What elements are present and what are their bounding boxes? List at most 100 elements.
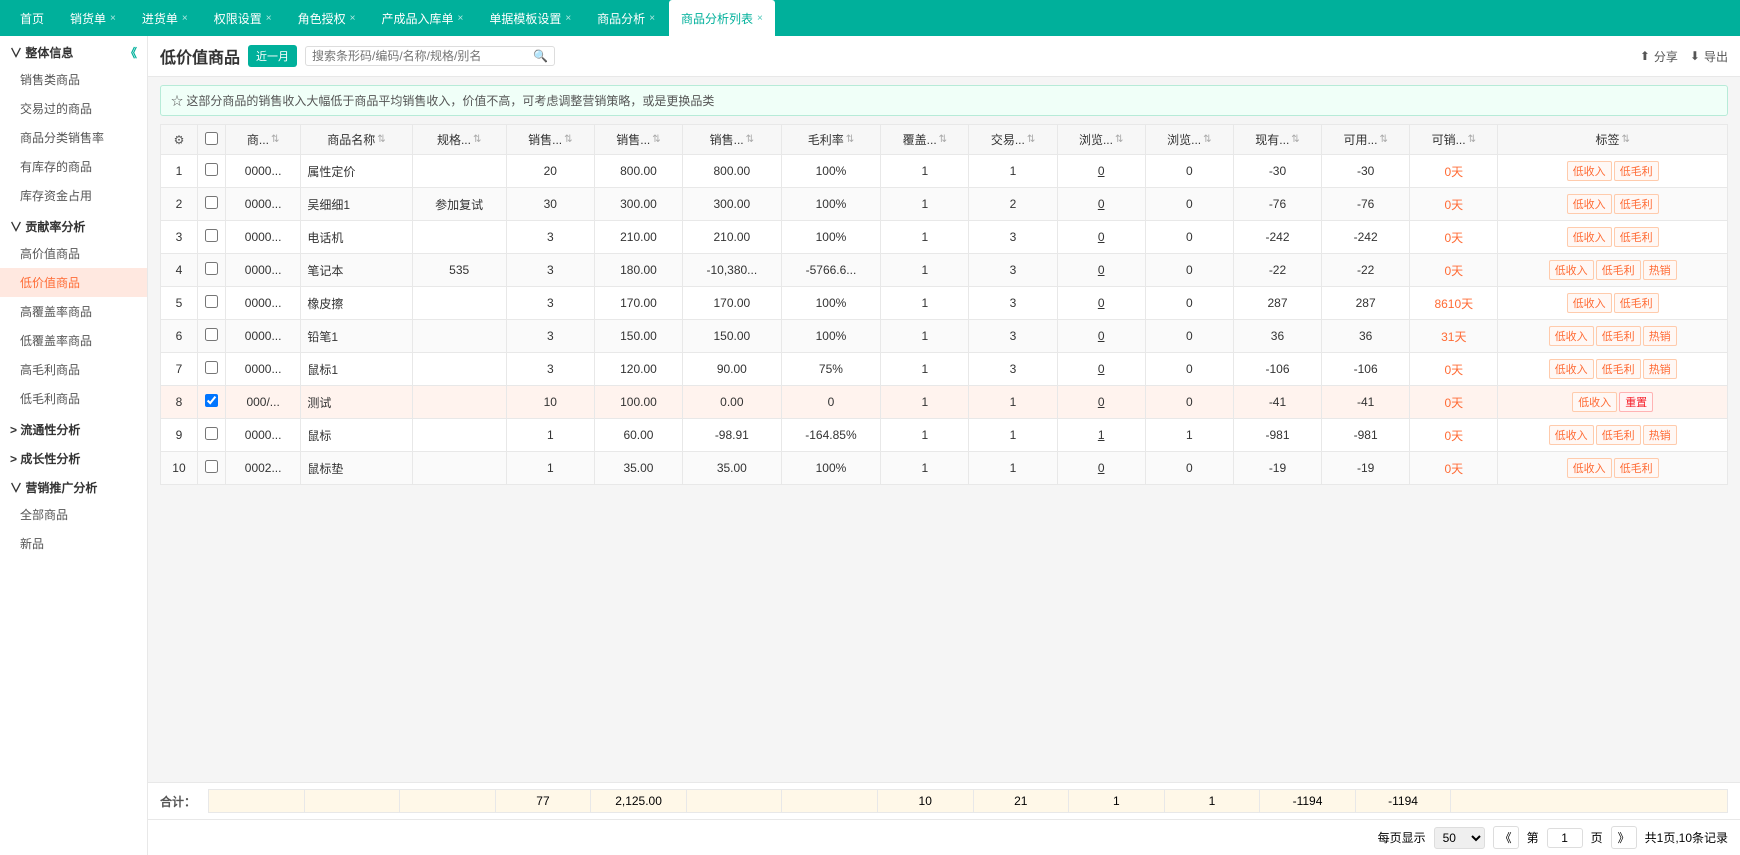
nav-item-home[interactable]: 首页 (8, 0, 56, 36)
sidebar-item-low-value[interactable]: 低价值商品 (0, 268, 147, 297)
cell-checkbox[interactable] (197, 353, 225, 386)
sort-icon[interactable]: ⇅ (377, 134, 385, 145)
cell-code: 0000... (225, 188, 300, 221)
cell-checkbox[interactable] (197, 155, 225, 188)
sidebar-item-high-coverage[interactable]: 高覆盖率商品 (0, 297, 147, 326)
sort-icon[interactable]: ⇅ (1027, 134, 1035, 145)
next-page-button[interactable]: 》 (1611, 826, 1637, 849)
sort-icon[interactable]: ⇅ (1468, 134, 1476, 145)
sort-icon[interactable]: ⇅ (473, 134, 481, 145)
page-size-select[interactable]: 50 100 200 (1434, 827, 1485, 849)
views1-link[interactable]: 0 (1098, 230, 1105, 244)
views1-link[interactable]: 0 (1098, 461, 1105, 475)
views1-link[interactable]: 0 (1098, 197, 1105, 211)
cell-views2: 0 (1145, 254, 1233, 287)
cell-checkbox[interactable] (197, 188, 225, 221)
row-checkbox[interactable] (205, 163, 218, 176)
sidebar-item-low-margin[interactable]: 低毛利商品 (0, 384, 147, 413)
views1-link[interactable]: 0 (1098, 296, 1105, 310)
share-button[interactable]: ⬆ 分享 (1640, 48, 1678, 65)
cell-checkbox[interactable] (197, 386, 225, 419)
close-icon[interactable]: × (182, 13, 188, 24)
page-number-input[interactable] (1547, 828, 1583, 848)
close-icon[interactable]: × (110, 13, 116, 24)
views1-link[interactable]: 0 (1098, 263, 1105, 277)
select-all-checkbox[interactable] (205, 132, 218, 145)
nav-item-sales[interactable]: 销货单 × (58, 0, 128, 36)
export-button[interactable]: ⬇ 导出 (1690, 48, 1728, 65)
row-checkbox[interactable] (205, 328, 218, 341)
sidebar-group-marketing[interactable]: ∨ 营销推广分析 (0, 471, 147, 500)
close-icon[interactable]: × (266, 13, 272, 24)
sidebar-item-category-sales[interactable]: 商品分类销售率 (0, 123, 147, 152)
sidebar-item-sales-goods[interactable]: 销售类商品 (0, 65, 147, 94)
collapse-icon[interactable]: 《 (125, 44, 137, 61)
close-icon[interactable]: × (649, 13, 655, 24)
cell-checkbox[interactable] (197, 320, 225, 353)
row-checkbox[interactable] (205, 196, 218, 209)
sort-icon[interactable]: ⇅ (652, 134, 660, 145)
filter-month-button[interactable]: 近一月 (248, 45, 297, 67)
nav-item-warehousing[interactable]: 产成品入库单 × (369, 0, 475, 36)
col-checkbox[interactable] (197, 125, 225, 155)
close-icon[interactable]: × (565, 13, 571, 24)
sort-icon[interactable]: ⇅ (1379, 134, 1387, 145)
nav-item-templates[interactable]: 单据模板设置 × (477, 0, 583, 36)
cell-checkbox[interactable] (197, 221, 225, 254)
sidebar-group-contribution[interactable]: ∨ 贡献率分析 (0, 210, 147, 239)
nav-item-product-analysis-list[interactable]: 商品分析列表 × (669, 0, 775, 36)
sidebar-item-new-goods[interactable]: 新品 (0, 529, 147, 558)
close-icon[interactable]: × (457, 13, 463, 24)
sidebar-item-high-value[interactable]: 高价值商品 (0, 239, 147, 268)
sidebar-item-high-margin[interactable]: 高毛利商品 (0, 355, 147, 384)
cell-checkbox[interactable] (197, 254, 225, 287)
row-checkbox[interactable] (205, 394, 218, 407)
sort-icon[interactable]: ⇅ (939, 134, 947, 145)
sidebar-item-stocked-goods[interactable]: 有库存的商品 (0, 152, 147, 181)
sort-icon[interactable]: ⇅ (1203, 134, 1211, 145)
cell-spec (412, 386, 506, 419)
cell-checkbox[interactable] (197, 419, 225, 452)
sidebar-group-overall[interactable]: ∨ 整体信息 《 (0, 36, 147, 65)
col-settings[interactable]: ⚙ (161, 125, 198, 155)
row-checkbox[interactable] (205, 262, 218, 275)
search-icon[interactable]: 🔍 (533, 49, 548, 63)
sidebar-item-traded-goods[interactable]: 交易过的商品 (0, 94, 147, 123)
row-checkbox[interactable] (205, 295, 218, 308)
sort-icon[interactable]: ⇅ (846, 134, 854, 145)
views1-link[interactable]: 0 (1098, 164, 1105, 178)
sort-icon[interactable]: ⇅ (1622, 134, 1630, 145)
tag: 热销 (1643, 326, 1677, 346)
sort-icon[interactable]: ⇅ (1115, 134, 1123, 145)
cell-checkbox[interactable] (197, 452, 225, 485)
nav-item-product-analysis[interactable]: 商品分析 × (585, 0, 667, 36)
nav-item-roles[interactable]: 角色授权 × (286, 0, 368, 36)
row-checkbox[interactable] (205, 427, 218, 440)
views1-link[interactable]: 0 (1098, 329, 1105, 343)
sort-icon[interactable]: ⇅ (1291, 134, 1299, 145)
row-checkbox[interactable] (205, 229, 218, 242)
nav-item-permissions[interactable]: 权限设置 × (202, 0, 284, 36)
sidebar-item-inventory-funds[interactable]: 库存资金占用 (0, 181, 147, 210)
sidebar-item-all-goods[interactable]: 全部商品 (0, 500, 147, 529)
sidebar-item-low-coverage[interactable]: 低覆盖率商品 (0, 326, 147, 355)
cell-coverage: 1 (881, 353, 969, 386)
close-icon[interactable]: × (757, 13, 763, 24)
sort-icon[interactable]: ⇅ (271, 134, 279, 145)
sidebar-group-liquidity[interactable]: > 流通性分析 (0, 413, 147, 442)
sidebar-group-growth[interactable]: > 成长性分析 (0, 442, 147, 471)
tag: 低收入 (1567, 161, 1612, 181)
search-input[interactable] (312, 49, 529, 63)
cell-coverage: 1 (881, 320, 969, 353)
cell-checkbox[interactable] (197, 287, 225, 320)
views1-link[interactable]: 0 (1098, 362, 1105, 376)
sort-icon[interactable]: ⇅ (564, 134, 572, 145)
close-icon[interactable]: × (350, 13, 356, 24)
views1-link[interactable]: 0 (1098, 395, 1105, 409)
first-page-button[interactable]: 《 (1493, 826, 1519, 849)
row-checkbox[interactable] (205, 460, 218, 473)
sort-icon[interactable]: ⇅ (746, 134, 754, 145)
row-checkbox[interactable] (205, 361, 218, 374)
views1-link[interactable]: 1 (1098, 428, 1105, 442)
nav-item-purchase[interactable]: 进货单 × (130, 0, 200, 36)
